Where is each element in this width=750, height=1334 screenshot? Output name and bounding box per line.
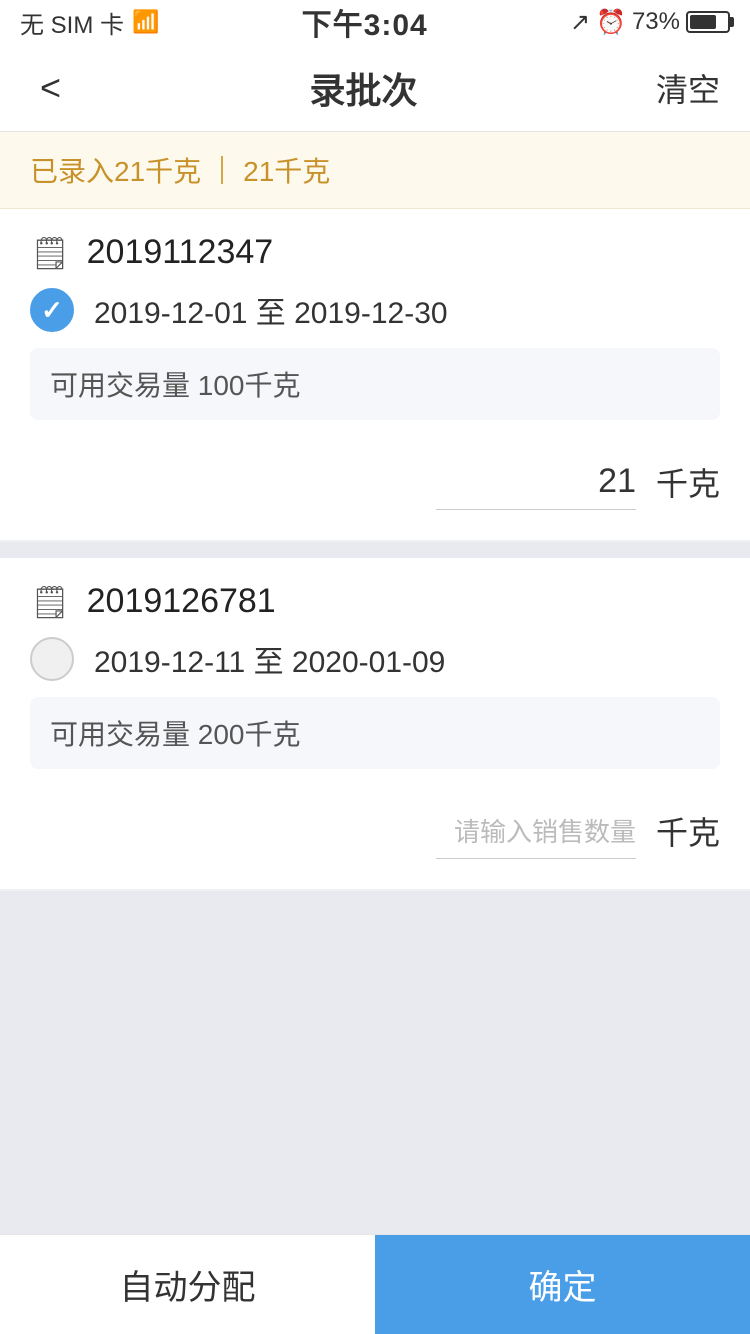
no-sim-label: 无 SIM 卡 [20, 5, 124, 40]
status-right: ↗ ⏰ 73% [570, 8, 730, 37]
section-divider [0, 542, 750, 558]
unit-label-2: 千克 [656, 808, 720, 854]
nav-bar: < 录批次 清空 [0, 44, 750, 132]
battery-icon [686, 11, 730, 33]
batch-availability-1: 可用交易量 100千克 [30, 348, 720, 420]
batch-date-2: 2019-12-11 至 2020-01-09 [94, 637, 445, 681]
radio-1[interactable] [30, 288, 74, 332]
page-title: 录批次 [310, 62, 418, 114]
wifi-icon: 📶 [132, 9, 159, 35]
unit-label-1: 千克 [656, 459, 720, 505]
batch-doc-icon-1: 🗒 [30, 234, 71, 272]
batch-date-row-2[interactable]: 2019-12-11 至 2020-01-09 [0, 631, 750, 687]
location-icon: ↗ [570, 8, 590, 37]
batch-date-1: 2019-12-01 至 2019-12-30 [94, 288, 448, 332]
batch-item-1: 🗒 2019112347 2019-12-01 至 2019-12-30 可用交… [0, 209, 750, 540]
batch-header-2: 🗒 2019126781 [0, 558, 750, 631]
back-button[interactable]: < [30, 57, 71, 119]
status-time: 下午3:04 [302, 0, 428, 44]
batch-header-1: 🗒 2019112347 [0, 209, 750, 282]
info-banner: 已录入21千克 21千克 [0, 132, 750, 209]
batch-number-2: 2019126781 [87, 582, 276, 621]
confirm-button[interactable]: 确定 [375, 1235, 750, 1334]
quantity-input-2[interactable] [436, 803, 636, 859]
status-left: 无 SIM 卡 📶 [20, 5, 159, 40]
clear-button[interactable]: 清空 [656, 65, 720, 111]
quantity-input-1[interactable] [436, 454, 636, 510]
empty-area [0, 891, 750, 1291]
radio-2[interactable] [30, 637, 74, 681]
recorded-value: 21千克 [243, 150, 330, 190]
battery-percent: 73% [632, 8, 680, 36]
input-row-2: 千克 [0, 793, 750, 889]
status-bar: 无 SIM 卡 📶 下午3:04 ↗ ⏰ 73% [0, 0, 750, 44]
batch-availability-2: 可用交易量 200千克 [30, 697, 720, 769]
bottom-bar: 自动分配 确定 [0, 1234, 750, 1334]
batch-item-2: 🗒 2019126781 2019-12-11 至 2020-01-09 可用交… [0, 558, 750, 889]
batch-date-row-1[interactable]: 2019-12-01 至 2019-12-30 [0, 282, 750, 338]
input-row-1: 千克 [0, 444, 750, 540]
alarm-icon: ⏰ [596, 8, 626, 37]
auto-distribute-button[interactable]: 自动分配 [0, 1235, 375, 1334]
info-divider [221, 156, 223, 184]
batch-doc-icon-2: 🗒 [30, 583, 71, 621]
batch-number-1: 2019112347 [87, 233, 274, 272]
recorded-label: 已录入21千克 [30, 150, 201, 190]
